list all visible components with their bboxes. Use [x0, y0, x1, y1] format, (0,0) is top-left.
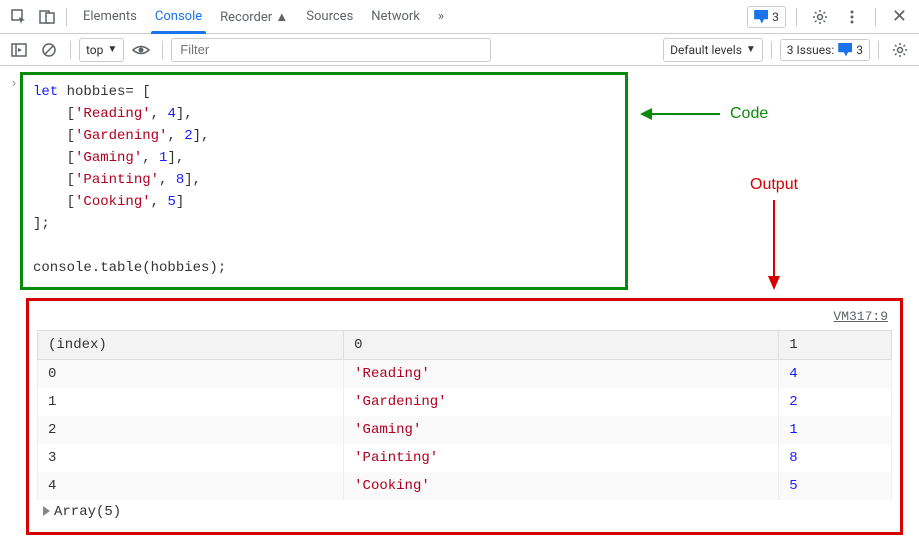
eye-icon[interactable] — [128, 37, 154, 63]
more-tabs[interactable]: » — [438, 1, 444, 33]
separator — [875, 8, 876, 26]
levels-value: Default levels — [670, 43, 742, 57]
message-icon — [838, 43, 852, 57]
clear-console-icon[interactable] — [36, 37, 62, 63]
gear-icon[interactable] — [887, 37, 913, 63]
tab-elements[interactable]: Elements — [83, 1, 137, 33]
chevron-down-icon: ▼ — [107, 44, 117, 55]
array-expand[interactable]: Array(5) — [37, 500, 892, 524]
kebab-icon[interactable] — [839, 4, 865, 30]
gear-icon[interactable] — [807, 4, 833, 30]
tab-console[interactable]: Console — [155, 1, 202, 33]
console-content: › Code Output let hobbies= [ ['Reading',… — [0, 66, 919, 541]
tab-sources[interactable]: Sources — [306, 1, 353, 33]
issues-label: 3 Issues: — [787, 43, 834, 57]
context-select[interactable]: top ▼ — [79, 38, 124, 62]
context-value: top — [86, 43, 103, 57]
console-output: VM317:9 (index) 0 1 0'Reading'41'Gardeni… — [26, 298, 903, 535]
separator — [162, 41, 163, 59]
code-input[interactable]: let hobbies= [ ['Reading', 4], ['Gardeni… — [20, 72, 628, 290]
messages-count: 3 — [772, 10, 779, 24]
levels-select[interactable]: Default levels ▼ — [663, 38, 763, 62]
annotation-code: Code — [640, 104, 768, 124]
table-row: 4'Cooking'5 — [38, 472, 892, 500]
separator — [66, 8, 67, 26]
chevron-down-icon: ▼ — [746, 44, 756, 55]
device-toggle-icon[interactable] — [34, 4, 60, 30]
table-row: 0'Reading'4 — [38, 360, 892, 389]
devtools-toolbar: Elements Console Recorder ▲ Sources Netw… — [0, 0, 919, 34]
table-row: 2'Gaming'1 — [38, 416, 892, 444]
tab-network[interactable]: Network — [371, 1, 420, 33]
inspect-icon[interactable] — [6, 4, 32, 30]
triangle-right-icon — [43, 506, 50, 516]
col-1[interactable]: 1 — [779, 331, 892, 360]
filter-input[interactable] — [171, 38, 491, 62]
issues-chip[interactable]: 3 Issues: 3 — [780, 39, 870, 61]
vm-source-link[interactable]: VM317:9 — [37, 307, 892, 330]
prompt-icon: › — [10, 76, 18, 91]
separator — [796, 8, 797, 26]
table-row: 3'Painting'8 — [38, 444, 892, 472]
console-subbar: top ▼ Default levels ▼ 3 Issues: 3 — [0, 34, 919, 66]
separator — [70, 41, 71, 59]
tab-strip: Elements Console Recorder ▲ Sources Netw… — [83, 1, 745, 33]
messages-chip[interactable]: 3 — [747, 6, 786, 28]
sidebar-toggle-icon[interactable] — [6, 37, 32, 63]
table-row: 1'Gardening'2 — [38, 388, 892, 416]
col-0[interactable]: 0 — [344, 331, 779, 360]
message-icon — [754, 10, 768, 24]
toolbar-right: 3 ✕ — [747, 4, 913, 30]
annotation-output: Output — [750, 176, 798, 290]
separator — [771, 41, 772, 59]
separator — [878, 41, 879, 59]
console-table: (index) 0 1 0'Reading'41'Gardening'22'Ga… — [37, 330, 892, 500]
tab-recorder[interactable]: Recorder ▲ — [220, 1, 288, 33]
close-icon[interactable]: ✕ — [886, 6, 913, 27]
col-index[interactable]: (index) — [38, 331, 344, 360]
issues-count: 3 — [856, 43, 863, 57]
